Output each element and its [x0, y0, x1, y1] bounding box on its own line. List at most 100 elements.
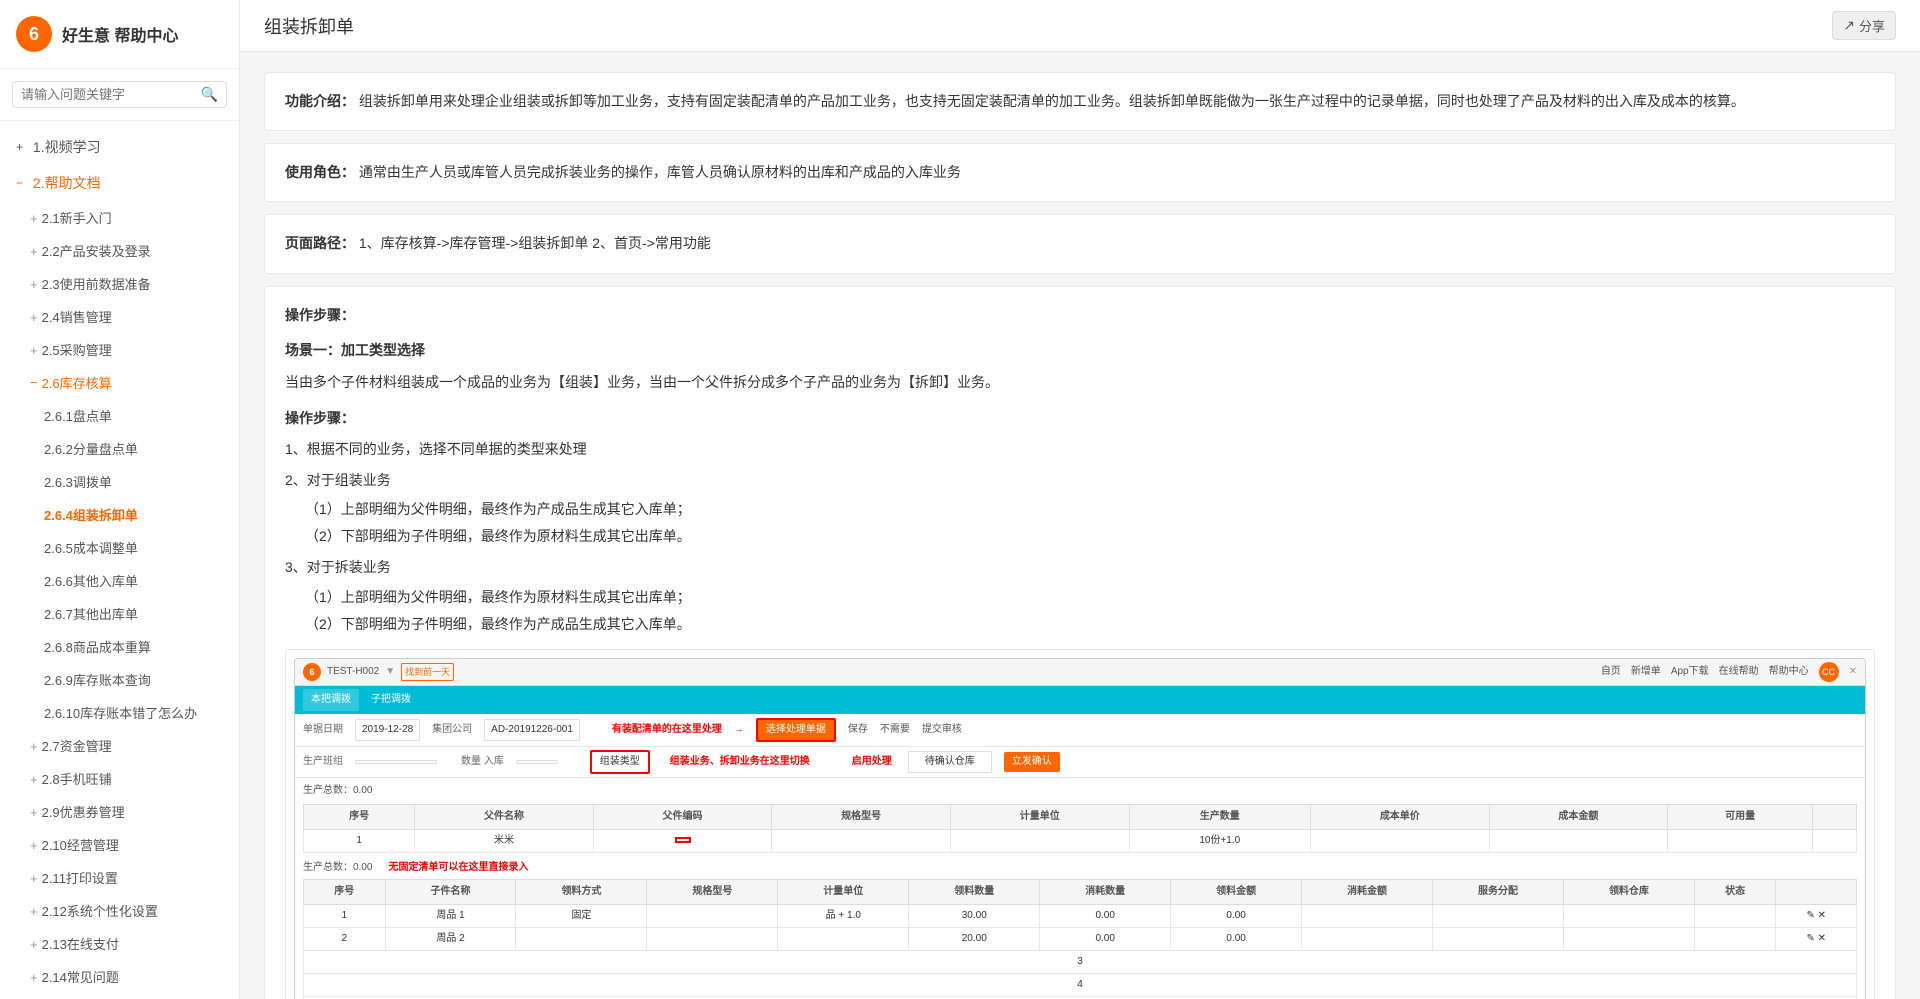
- mock-process-btn[interactable]: 选择处理单据: [756, 718, 836, 742]
- sidebar-item-23[interactable]: +2.3使用前数据准备: [0, 267, 239, 300]
- share-button[interactable]: ↗ 分享: [1832, 11, 1896, 40]
- mock-th-10: [1813, 805, 1857, 830]
- share-icon: ↗: [1843, 17, 1855, 34]
- table-cell: 1: [304, 830, 415, 853]
- mock-numcount-label: 数量 入库: [461, 753, 504, 771]
- mock-tab-active[interactable]: 本把调拨: [303, 689, 359, 711]
- sidebar-item-2610[interactable]: 2.6.10库存账本错了怎么办: [0, 696, 239, 729]
- sidebar-item-29[interactable]: +2.9优惠券管理: [0, 795, 239, 828]
- mock-audit-btn[interactable]: 不需要: [880, 721, 910, 739]
- mock-nav-new[interactable]: 新增单: [1631, 663, 1661, 681]
- sidebar-item-28[interactable]: +2.8手机旺铺: [0, 762, 239, 795]
- mock-status-input[interactable]: 待确认仓库: [908, 751, 992, 773]
- screenshot-container: 6 TEST-H002 ▼ 找到前一天 自页 新增单 App下载 在线帮助 帮助…: [285, 649, 1875, 999]
- role-text: 通常由生产人员或库管人员完成拆装业务的操作，库管人员确认原材料的出库和产成品的入…: [359, 164, 961, 180]
- mock-confirm-btn[interactable]: 立发确认: [1004, 752, 1060, 772]
- sidebar-item-267[interactable]: 2.6.7其他出库单: [0, 597, 239, 630]
- ops-label: 操作步骤：: [285, 303, 1875, 328]
- mock-top-row-1: 1 米米 10份+1.0: [304, 830, 1857, 853]
- mock-bth-6: 领料数量: [909, 880, 1040, 905]
- sidebar-item-25[interactable]: +2.5采购管理: [0, 333, 239, 366]
- sidebar-item-211[interactable]: +2.11打印设置: [0, 861, 239, 894]
- mock-th-4: 规格型号: [772, 805, 951, 830]
- mock-date-val[interactable]: 2019-12-28: [355, 719, 420, 741]
- mock-bth-12: 状态: [1694, 880, 1776, 905]
- sidebar-item-214[interactable]: +2.14常见问题: [0, 960, 239, 993]
- sidebar-item-24[interactable]: +2.4销售管理: [0, 300, 239, 333]
- mock-number-val[interactable]: AD-20191226-001: [484, 719, 580, 741]
- table-cell: [1813, 830, 1857, 853]
- table-cell: [950, 830, 1129, 853]
- mock-th-9: 可用量: [1668, 805, 1813, 830]
- mock-bth-1: 序号: [304, 880, 386, 905]
- sidebar-item-268[interactable]: 2.6.8商品成本重算: [0, 630, 239, 663]
- sidebar: 6 好生意 帮助中心 🔍 + 1.视频学习 − 2.帮助文档 +2.1新手入门 …: [0, 0, 240, 999]
- app-name: 好生意 帮助中心: [62, 22, 178, 46]
- sidebar-item-263[interactable]: 2.6.3调拨单: [0, 465, 239, 498]
- mock-number-label: 集团公司: [432, 721, 472, 739]
- mock-tab-inactive[interactable]: 子把调拨: [363, 689, 419, 711]
- sidebar-item-215[interactable]: +2.15操作案例: [0, 993, 239, 999]
- intro-card: 功能介绍： 组装拆卸单用来处理企业组装或拆卸等加工业务，支持有固定装配清单的产品…: [264, 72, 1896, 131]
- sidebar-item-266[interactable]: 2.6.6其他入库单: [0, 564, 239, 597]
- table-cell: [1311, 830, 1490, 853]
- mock-th-8: 成本金额: [1489, 805, 1668, 830]
- table-cell: [1668, 830, 1813, 853]
- step2: 2、对于组装业务: [285, 468, 1875, 493]
- table-cell: 米米: [415, 830, 594, 853]
- mock-th-7: 成本单价: [1311, 805, 1490, 830]
- mock-numcount-val[interactable]: [516, 760, 558, 764]
- mock-nav-app[interactable]: App下载: [1671, 663, 1709, 681]
- sidebar-item-213[interactable]: +2.13在线支付: [0, 927, 239, 960]
- sidebar-item-video[interactable]: + 1.视频学习: [0, 129, 239, 165]
- mock-bth-9: 消耗金额: [1302, 880, 1433, 905]
- sidebar-item-265[interactable]: 2.6.5成本调整单: [0, 531, 239, 564]
- step3: 3、对于拆装业务: [285, 555, 1875, 580]
- path-label: 页面路径：: [285, 235, 355, 251]
- sidebar-item-26[interactable]: −2.6库存核算: [0, 366, 239, 399]
- mock-bottom-table-label: 生产总数：0.00: [303, 859, 372, 877]
- sidebar-item-27[interactable]: +2.7资金管理: [0, 729, 239, 762]
- mock-worker-val[interactable]: [355, 760, 437, 764]
- annotation-a4: 无固定清单可以在这里直接录入: [388, 859, 528, 877]
- sidebar-item-210[interactable]: +2.10经营管理: [0, 828, 239, 861]
- sidebar-item-261[interactable]: 2.6.1盘点单: [0, 399, 239, 432]
- search-box: 🔍: [0, 69, 239, 121]
- ops-card: 操作步骤： 场景一：加工类型选择 当由多个子件材料组装成一个成品的业务为【组装】…: [264, 286, 1896, 999]
- mock-delete-btn[interactable]: 提交审核: [922, 721, 962, 739]
- mock-topbar-id: TEST-H002: [327, 663, 379, 681]
- table-cell: 10份+1.0: [1129, 830, 1311, 853]
- mock-prev-btn[interactable]: 找到前一天: [401, 663, 454, 681]
- main-header: 组装拆卸单 ↗ 分享: [240, 0, 1920, 52]
- mock-bottom-table: 序号 子件名称 领料方式 规格型号 计量单位 领料数量 消耗数量 领料金额 消耗: [303, 879, 1857, 999]
- sidebar-item-264[interactable]: 2.6.4组装拆卸单: [0, 498, 239, 531]
- sidebar-item-269[interactable]: 2.6.9库存账本查询: [0, 663, 239, 696]
- mock-bottom-row-2: 2 周品 2 20.00 0.00 0.00: [304, 928, 1857, 951]
- table-cell: [1489, 830, 1668, 853]
- intro-label: 功能介绍：: [285, 93, 355, 109]
- mock-bth-13: [1776, 880, 1857, 905]
- mock-nav-help[interactable]: 在线帮助: [1719, 663, 1759, 681]
- mock-bth-5: 计量单位: [778, 880, 909, 905]
- mock-save-btn[interactable]: 保存: [848, 721, 868, 739]
- search-icon[interactable]: 🔍: [201, 86, 218, 103]
- mock-type-select[interactable]: 组装类型: [590, 750, 650, 774]
- sidebar-item-262[interactable]: 2.6.2分量盘点单: [0, 432, 239, 465]
- search-input[interactable]: [21, 87, 201, 102]
- sidebar-item-212[interactable]: +2.12系统个性化设置: [0, 894, 239, 927]
- mock-nav-home[interactable]: 自页: [1601, 663, 1621, 681]
- mock-th-3: 父件编码: [593, 805, 772, 830]
- mock-nav-helpctr[interactable]: 帮助中心: [1769, 663, 1809, 681]
- sidebar-item-docs[interactable]: − 2.帮助文档: [0, 165, 239, 201]
- page-title: 组装拆卸单: [264, 13, 354, 39]
- path-card: 页面路径： 1、库存核算->库存管理->组装拆卸单 2、首页->常用功能: [264, 214, 1896, 273]
- scenario1-title: 场景一：加工类型选择: [285, 338, 1875, 363]
- mock-ui: 6 TEST-H002 ▼ 找到前一天 自页 新增单 App下载 在线帮助 帮助…: [294, 658, 1866, 999]
- mock-bth-8: 领料金额: [1171, 880, 1302, 905]
- mock-bottom-row-3: 3: [304, 951, 1857, 974]
- mock-close-icon[interactable]: ✕: [1849, 663, 1857, 681]
- sidebar-item-22[interactable]: +2.2产品安装及登录: [0, 234, 239, 267]
- annotation-a3: 启用处理: [852, 753, 892, 771]
- mock-th-6: 生产数量: [1129, 805, 1311, 830]
- sidebar-item-21[interactable]: +2.1新手入门: [0, 201, 239, 234]
